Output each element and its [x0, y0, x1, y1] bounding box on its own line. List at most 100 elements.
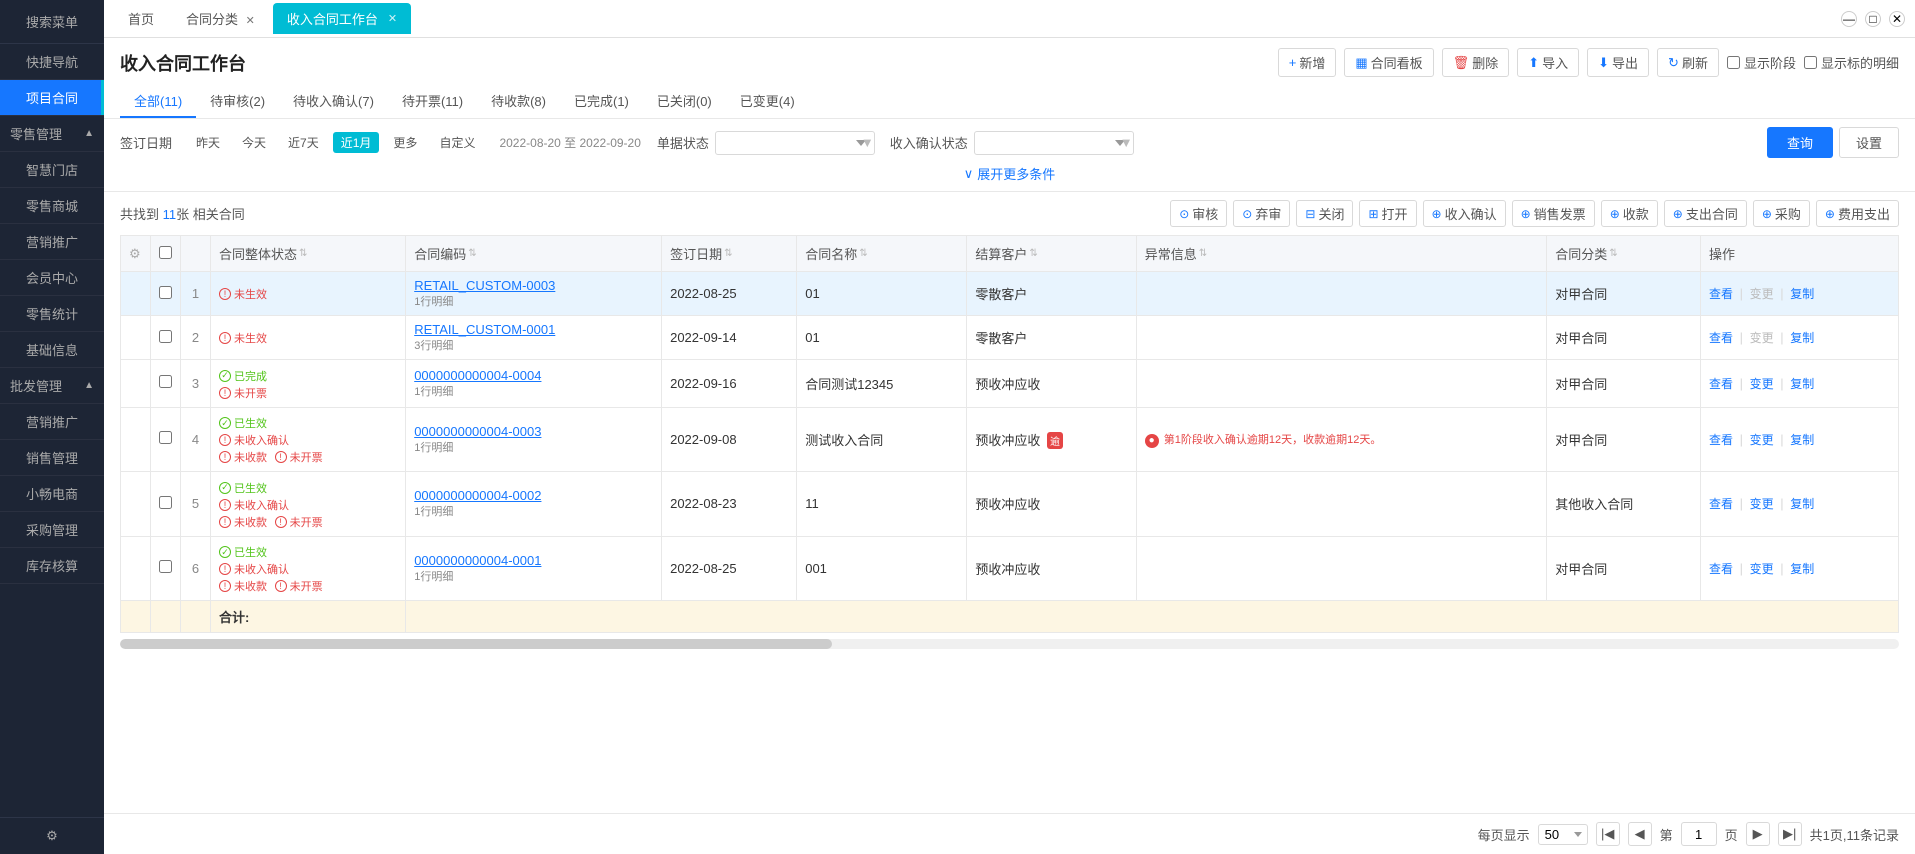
sidebar-item-pifa-mgmt[interactable]: 批发管理 ▲: [0, 368, 104, 404]
tab-income-workbench-close[interactable]: ✕: [388, 12, 397, 25]
tab-pending-income-confirm[interactable]: 待收入确认(7): [279, 85, 388, 118]
prev-page-button[interactable]: ◀: [1628, 822, 1652, 846]
tab-closed[interactable]: 已关闭(0): [643, 85, 726, 118]
change-link-4[interactable]: 变更: [1750, 433, 1774, 447]
kanban-button[interactable]: ▦ 合同看板: [1344, 48, 1433, 77]
cell-checkbox-6[interactable]: [151, 536, 181, 601]
shortcut-more[interactable]: 更多: [385, 132, 425, 153]
purchase-button[interactable]: ⊕ 采购: [1753, 200, 1810, 227]
maximize-button[interactable]: □: [1865, 11, 1881, 27]
next-page-button[interactable]: ▶: [1746, 822, 1770, 846]
open-action-button[interactable]: ⊞ 打开: [1359, 200, 1416, 227]
copy-link-4[interactable]: 复制: [1790, 433, 1814, 447]
shortcut-last7[interactable]: 近7天: [280, 132, 327, 153]
code-link-4[interactable]: 0000000000004-0003: [414, 424, 653, 439]
close-action-button[interactable]: ⊟ 关闭: [1296, 200, 1353, 227]
pay-contract-button[interactable]: ⊕ 支出合同: [1664, 200, 1747, 227]
change-link-1[interactable]: 变更: [1750, 287, 1774, 301]
sidebar-item-sales-mgmt[interactable]: 销售管理: [0, 440, 104, 476]
current-page-input[interactable]: [1681, 822, 1717, 846]
cell-checkbox-3[interactable]: [151, 360, 181, 408]
copy-link-1[interactable]: 复制: [1790, 287, 1814, 301]
tab-pending-payment[interactable]: 待收款(8): [477, 85, 560, 118]
add-button[interactable]: + 新增: [1278, 48, 1337, 77]
sidebar-item-yingxiao[interactable]: 营销推广: [0, 224, 104, 260]
horizontal-scrollbar[interactable]: [120, 639, 1899, 649]
tab-changed[interactable]: 已变更(4): [726, 85, 809, 118]
minimize-button[interactable]: —: [1841, 11, 1857, 27]
cell-checkbox-1[interactable]: [151, 272, 181, 316]
show-stage-checkbox-label[interactable]: 显示阶段: [1727, 53, 1796, 72]
th-customer[interactable]: 结算客户⇅: [967, 236, 1136, 272]
doc-status-select[interactable]: [715, 131, 875, 155]
th-status[interactable]: 合同整体状态⇅: [211, 236, 406, 272]
tab-all[interactable]: 全部(11): [120, 85, 196, 118]
sidebar-item-zhihui[interactable]: 智慧门店: [0, 152, 104, 188]
show-stage-checkbox[interactable]: [1727, 56, 1740, 69]
cell-checkbox-4[interactable]: [151, 407, 181, 472]
sidebar-item-kuaijie[interactable]: 快捷导航: [0, 44, 104, 80]
sidebar-item-huiyuan[interactable]: 会员中心: [0, 260, 104, 296]
sidebar-item-kucun[interactable]: 库存核算: [0, 548, 104, 584]
tab-pending-review[interactable]: 待审核(2): [196, 85, 279, 118]
tab-pending-invoice[interactable]: 待开票(11): [388, 85, 477, 118]
view-link-2[interactable]: 查看: [1709, 331, 1733, 345]
th-gear[interactable]: ⚙: [121, 236, 151, 272]
code-link-1[interactable]: RETAIL_CUSTOM-0003: [414, 278, 653, 293]
sidebar-item-lingshou-mall[interactable]: 零售商城: [0, 188, 104, 224]
th-category[interactable]: 合同分类⇅: [1547, 236, 1701, 272]
copy-link-6[interactable]: 复制: [1790, 562, 1814, 576]
receive-button[interactable]: ⊕ 收款: [1601, 200, 1658, 227]
view-link-5[interactable]: 查看: [1709, 497, 1733, 511]
cell-checkbox-5[interactable]: [151, 472, 181, 537]
delete-button[interactable]: 🗑 删除: [1442, 48, 1510, 77]
sidebar-item-jichuxinxi[interactable]: 基础信息: [0, 332, 104, 368]
tab-home[interactable]: 首页: [114, 3, 168, 34]
view-link-4[interactable]: 查看: [1709, 433, 1733, 447]
row-checkbox-4[interactable]: [159, 431, 172, 444]
view-link-6[interactable]: 查看: [1709, 562, 1733, 576]
row-checkbox-5[interactable]: [159, 496, 172, 509]
scrollbar-thumb[interactable]: [120, 639, 832, 649]
th-name[interactable]: 合同名称⇅: [797, 236, 967, 272]
change-link-6[interactable]: 变更: [1750, 562, 1774, 576]
sidebar-item-xiangmu[interactable]: 项目合同: [0, 80, 104, 116]
view-link-1[interactable]: 查看: [1709, 287, 1733, 301]
copy-link-2[interactable]: 复制: [1790, 331, 1814, 345]
sidebar-item-lingshou-mgmt[interactable]: 零售管理 ▲: [0, 116, 104, 152]
row-checkbox-1[interactable]: [159, 286, 172, 299]
expense-pay-button[interactable]: ⊕ 费用支出: [1816, 200, 1899, 227]
sidebar-item-yingxiao2[interactable]: 营销推广: [0, 404, 104, 440]
row-checkbox-6[interactable]: [159, 560, 172, 573]
show-detail-checkbox-label[interactable]: 显示标的明细: [1804, 53, 1899, 72]
first-page-button[interactable]: |◀: [1596, 822, 1620, 846]
import-button[interactable]: ⬆ 导入: [1517, 48, 1579, 77]
expand-more-button[interactable]: ∨ 展开更多条件: [964, 164, 1056, 183]
code-link-2[interactable]: RETAIL_CUSTOM-0001: [414, 322, 653, 337]
income-confirm-button[interactable]: ⊕ 收入确认: [1423, 200, 1506, 227]
sidebar-item-xiaochangec[interactable]: 小畅电商: [0, 476, 104, 512]
shortcut-custom[interactable]: 自定义: [431, 132, 483, 153]
tab-completed[interactable]: 已完成(1): [560, 85, 643, 118]
copy-link-5[interactable]: 复制: [1790, 497, 1814, 511]
th-checkbox[interactable]: [151, 236, 181, 272]
sidebar-search[interactable]: 搜索菜单: [0, 0, 104, 44]
audit-button[interactable]: ⊙ 审核: [1170, 200, 1227, 227]
code-link-3[interactable]: 0000000000004-0004: [414, 368, 653, 383]
sales-invoice-button[interactable]: ⊕ 销售发票: [1512, 200, 1595, 227]
cell-checkbox-2[interactable]: [151, 316, 181, 360]
select-all-checkbox[interactable]: [159, 246, 172, 259]
show-detail-checkbox[interactable]: [1804, 56, 1817, 69]
page-size-select[interactable]: 50 100 200: [1538, 824, 1588, 845]
copy-link-3[interactable]: 复制: [1790, 377, 1814, 391]
income-confirm-select[interactable]: [974, 131, 1134, 155]
close-button[interactable]: ✕: [1889, 11, 1905, 27]
export-button[interactable]: ⬇ 导出: [1587, 48, 1649, 77]
th-code[interactable]: 合同编码⇅: [406, 236, 662, 272]
shortcut-today[interactable]: 今天: [234, 132, 274, 153]
tab-contract-category-close[interactable]: ✕: [246, 15, 255, 27]
refresh-button[interactable]: ↻ 刷新: [1657, 48, 1719, 77]
gear-icon[interactable]: ⚙: [129, 246, 141, 261]
view-link-3[interactable]: 查看: [1709, 377, 1733, 391]
th-abnormal[interactable]: 异常信息⇅: [1136, 236, 1547, 272]
